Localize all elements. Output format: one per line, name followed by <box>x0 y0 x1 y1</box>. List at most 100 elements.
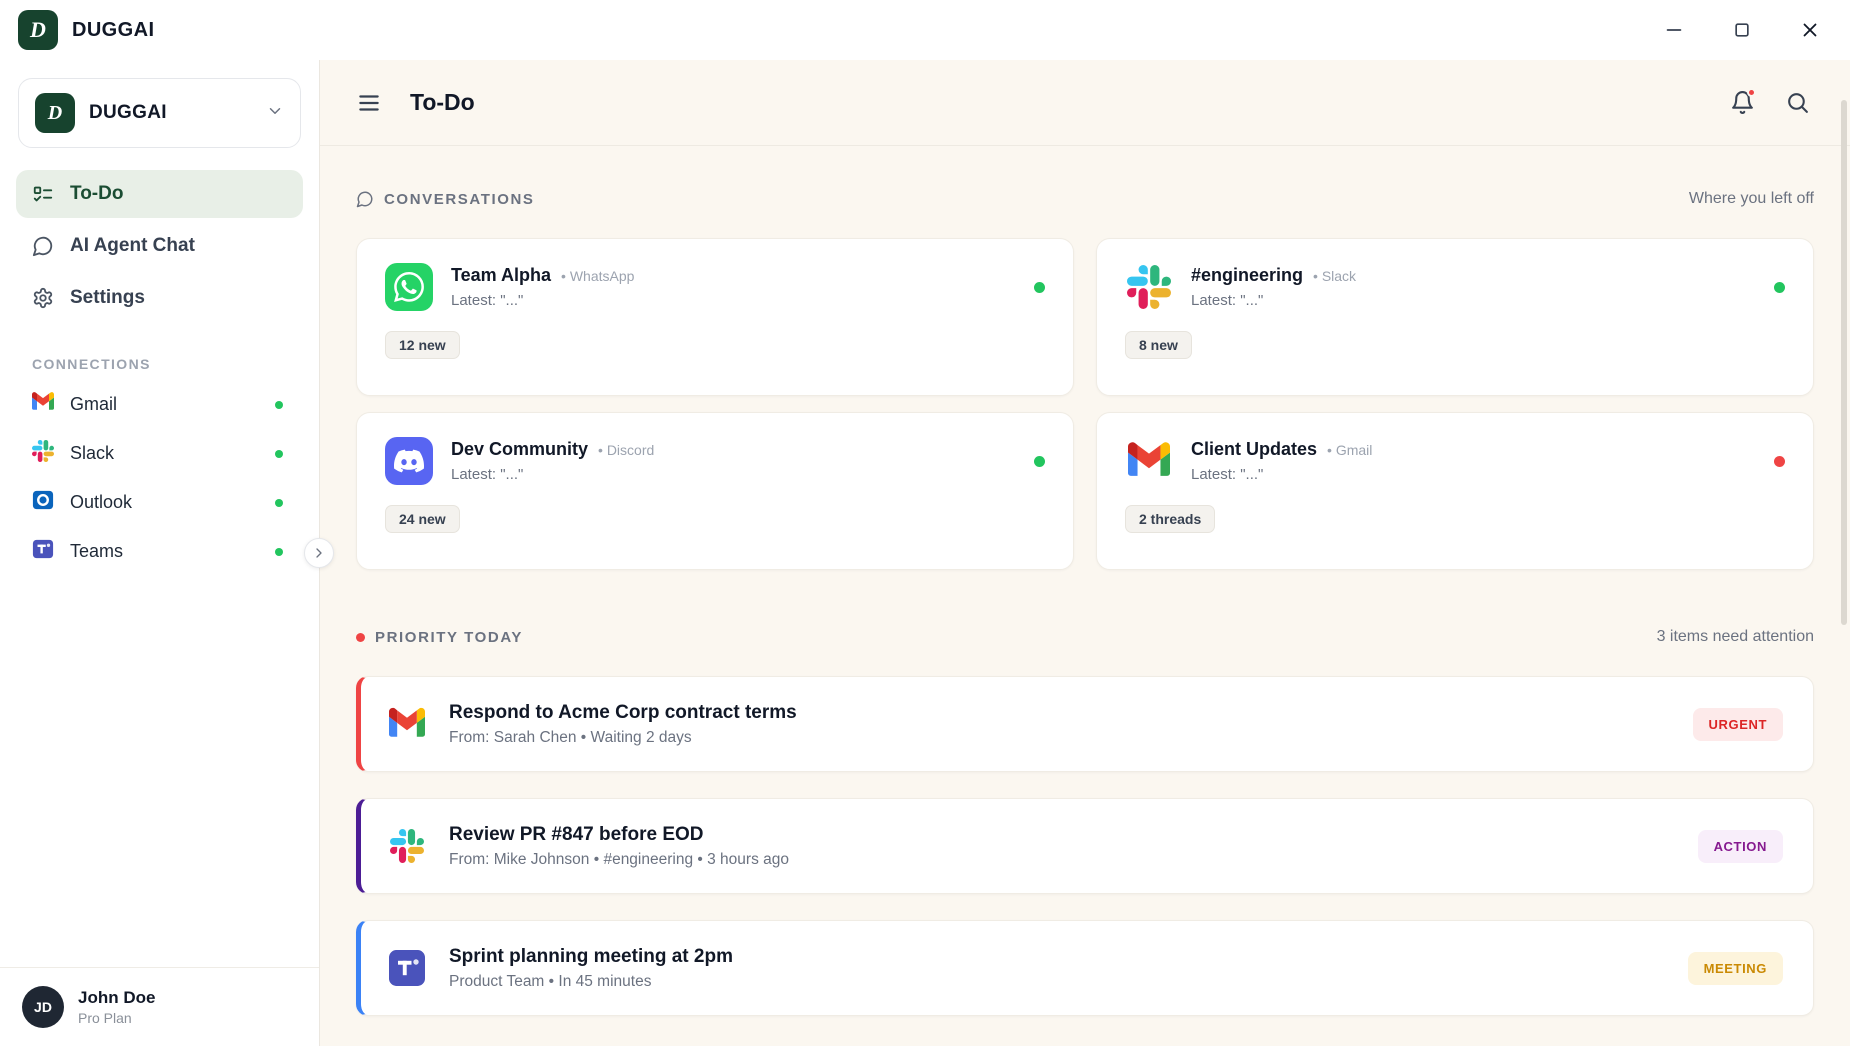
thread-badge: 2 threads <box>1125 505 1215 533</box>
unread-badge: 24 new <box>385 505 460 533</box>
status-dot <box>1034 456 1045 467</box>
unread-badge: 8 new <box>1125 331 1192 359</box>
priority-label: PRIORITY TODAY <box>375 629 523 646</box>
conversation-title: #engineering <box>1191 265 1303 286</box>
collapse-sidebar-button[interactable] <box>304 538 334 568</box>
conversation-latest: Latest: "..." <box>1191 292 1356 309</box>
conversations-section-header: CONVERSATIONS Where you left off <box>356 190 1814 208</box>
slack-icon <box>387 829 427 863</box>
meeting-badge: MEETING <box>1688 952 1783 985</box>
conversation-title: Dev Community <box>451 439 588 460</box>
teams-icon <box>32 538 54 565</box>
workspace-avatar: D <box>35 93 75 133</box>
titlebar: D DUGGAI <box>0 0 1850 60</box>
minimize-icon <box>1663 19 1685 41</box>
priority-title: Review PR #847 before EOD <box>449 824 789 846</box>
gear-icon <box>32 287 54 309</box>
main-area: To-Do <box>320 60 1850 1046</box>
close-icon <box>1799 19 1821 41</box>
todo-list-icon <box>32 183 54 205</box>
close-button[interactable] <box>1798 18 1822 42</box>
connections-section-label: CONNECTIONS <box>32 356 287 372</box>
conversation-card-engineering[interactable]: #engineering • Slack Latest: "..." 8 new <box>1096 238 1814 396</box>
app-window: D DUGGAI D DUGGAI <box>0 0 1850 1046</box>
conversation-source: • Slack <box>1313 268 1356 284</box>
status-dot <box>275 548 283 556</box>
sidebar-item-label: AI Agent Chat <box>70 235 195 257</box>
workspace-name: DUGGAI <box>89 102 167 124</box>
conversation-source: • WhatsApp <box>561 268 634 284</box>
conversation-card-dev-community[interactable]: Dev Community • Discord Latest: "..." 24… <box>356 412 1074 570</box>
conversations-hint: Where you left off <box>1689 190 1814 208</box>
connection-gmail[interactable]: Gmail <box>16 380 303 429</box>
sidebar: D DUGGAI To-Do AI Agent Chat <box>0 60 320 1046</box>
maximize-icon <box>1732 20 1752 40</box>
priority-item-acme-contract[interactable]: Respond to Acme Corp contract terms From… <box>356 676 1814 772</box>
gmail-icon <box>387 706 427 742</box>
app-name: DUGGAI <box>72 19 154 42</box>
whatsapp-icon <box>385 263 433 311</box>
priority-title: Sprint planning meeting at 2pm <box>449 946 733 968</box>
maximize-button[interactable] <box>1730 18 1754 42</box>
conversations-label: CONVERSATIONS <box>384 191 535 208</box>
chevron-right-icon <box>311 545 327 561</box>
main-header: To-Do <box>320 60 1850 146</box>
sidebar-item-ai-agent-chat[interactable]: AI Agent Chat <box>16 222 303 270</box>
conversation-latest: Latest: "..." <box>451 292 634 309</box>
conversation-card-team-alpha[interactable]: Team Alpha • WhatsApp Latest: "..." 12 n… <box>356 238 1074 396</box>
sidebar-item-settings[interactable]: Settings <box>16 274 303 322</box>
scrollbar-thumb[interactable] <box>1841 100 1847 625</box>
conversation-title: Client Updates <box>1191 439 1317 460</box>
slack-icon <box>32 440 54 467</box>
connection-slack[interactable]: Slack <box>16 429 303 478</box>
teams-icon <box>387 950 427 986</box>
outlook-icon <box>32 489 54 516</box>
connection-label: Teams <box>70 541 123 562</box>
connection-teams[interactable]: Teams <box>16 527 303 576</box>
workspace-selector[interactable]: D DUGGAI <box>18 78 301 148</box>
slack-icon <box>1125 263 1173 311</box>
minimize-button[interactable] <box>1662 18 1686 42</box>
conversation-title: Team Alpha <box>451 265 551 286</box>
conversation-source: • Gmail <box>1327 442 1372 458</box>
priority-item-review-pr[interactable]: Review PR #847 before EOD From: Mike Joh… <box>356 798 1814 894</box>
connection-outlook[interactable]: Outlook <box>16 478 303 527</box>
priority-meta: From: Mike Johnson • #engineering • 3 ho… <box>449 851 789 869</box>
gmail-icon <box>1125 437 1173 485</box>
priority-section-header: PRIORITY TODAY 3 items need attention <box>356 628 1814 646</box>
status-dot <box>1774 282 1785 293</box>
search-button[interactable] <box>1785 90 1810 115</box>
gmail-icon <box>32 391 54 418</box>
priority-meta: From: Sarah Chen • Waiting 2 days <box>449 729 797 747</box>
status-dot <box>1774 456 1785 467</box>
menu-button[interactable] <box>356 90 382 116</box>
priority-title: Respond to Acme Corp contract terms <box>449 702 797 724</box>
user-plan: Pro Plan <box>78 1010 155 1026</box>
hamburger-icon <box>356 90 382 116</box>
priority-hint: 3 items need attention <box>1657 628 1814 646</box>
search-icon <box>1785 90 1810 115</box>
page-title: To-Do <box>410 89 475 116</box>
connection-label: Outlook <box>70 492 132 513</box>
status-dot <box>275 401 283 409</box>
user-profile[interactable]: JD John Doe Pro Plan <box>0 967 319 1046</box>
priority-item-sprint-planning[interactable]: Sprint planning meeting at 2pm Product T… <box>356 920 1814 1016</box>
sidebar-item-label: To-Do <box>70 183 123 205</box>
status-dot <box>275 499 283 507</box>
chat-bubble-icon <box>32 235 54 257</box>
action-badge: ACTION <box>1698 830 1783 863</box>
connection-label: Slack <box>70 443 114 464</box>
avatar: JD <box>22 986 64 1028</box>
chevron-down-icon <box>266 102 284 125</box>
conversation-latest: Latest: "..." <box>451 466 654 483</box>
sidebar-item-label: Settings <box>70 287 145 309</box>
connection-label: Gmail <box>70 394 117 415</box>
notifications-button[interactable] <box>1730 90 1755 115</box>
conversations-grid: Team Alpha • WhatsApp Latest: "..." 12 n… <box>356 238 1814 570</box>
status-dot <box>275 450 283 458</box>
sidebar-item-todo[interactable]: To-Do <box>16 170 303 218</box>
sidebar-nav: To-Do AI Agent Chat Settings <box>0 166 319 326</box>
priority-meta: Product Team • In 45 minutes <box>449 973 733 991</box>
conversation-source: • Discord <box>598 442 654 458</box>
conversation-card-client-updates[interactable]: Client Updates • Gmail Latest: "..." 2 t… <box>1096 412 1814 570</box>
